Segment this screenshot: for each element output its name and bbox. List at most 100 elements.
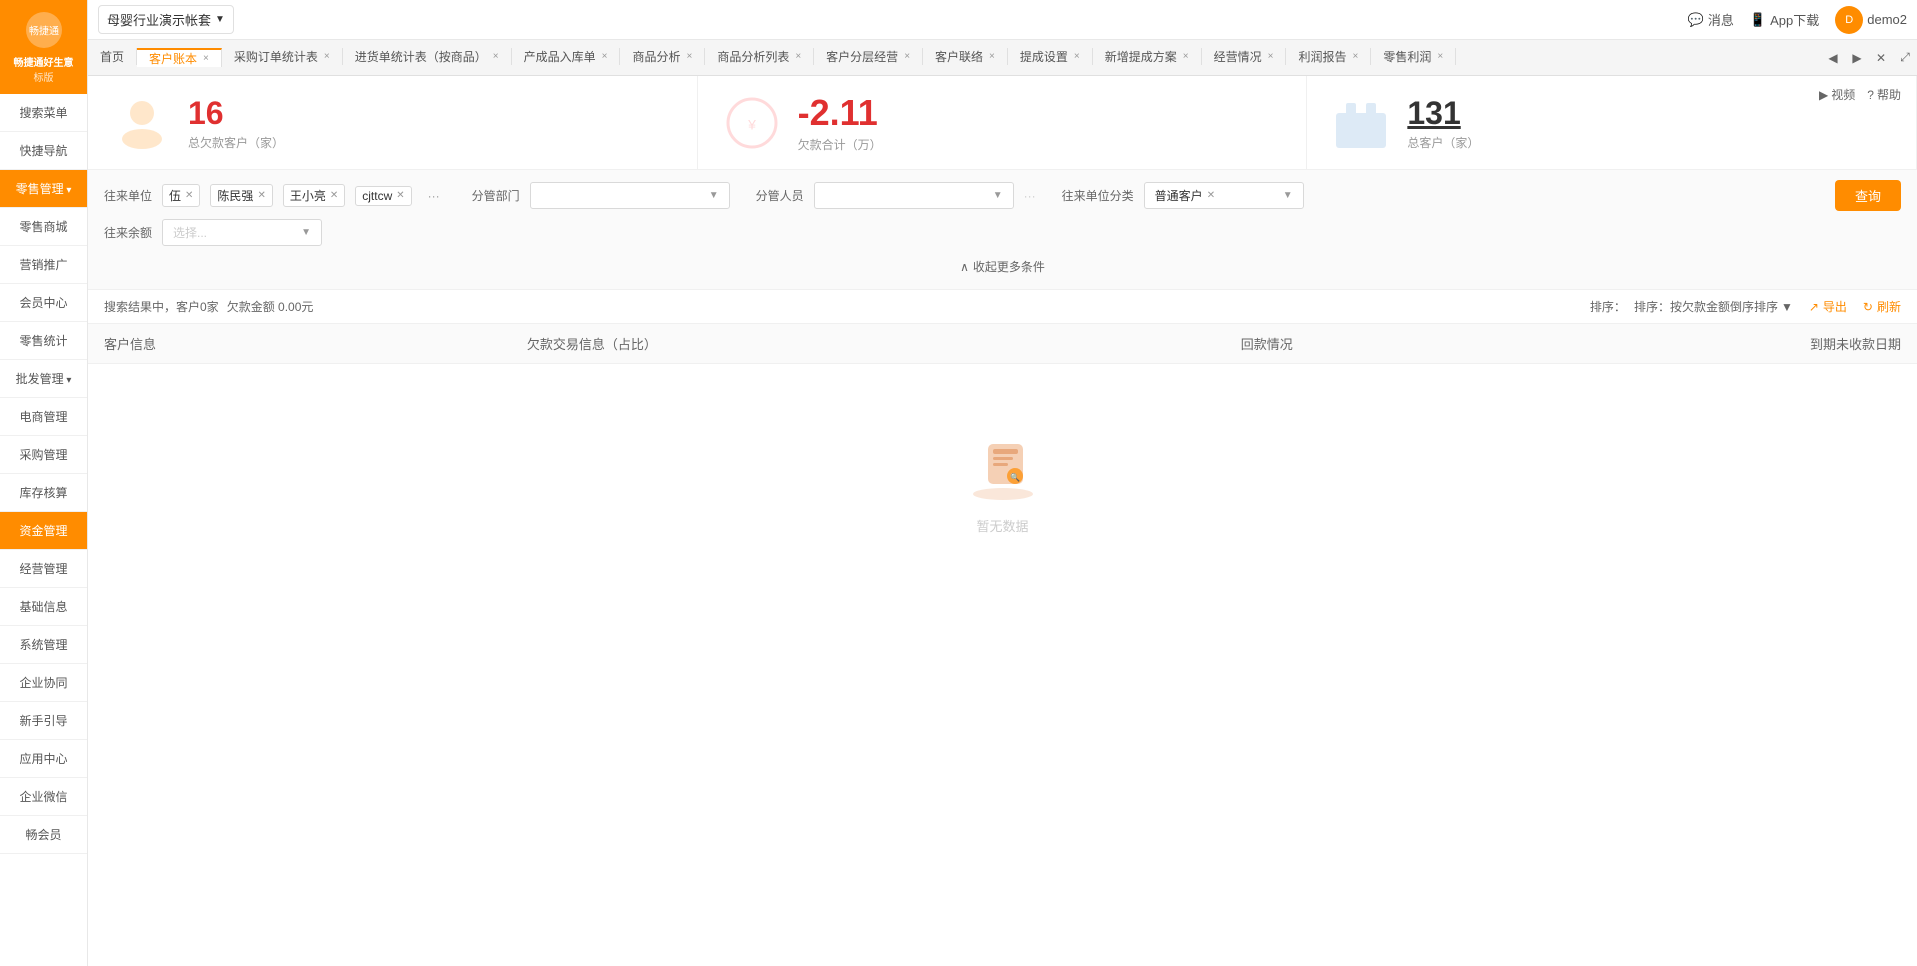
query-button[interactable]: 查询 — [1835, 180, 1901, 211]
sidebar-item-app-center[interactable]: 应用中心 — [0, 740, 87, 778]
refresh-label: 刷新 — [1877, 298, 1901, 315]
tab-close-raise-settings[interactable]: × — [1074, 51, 1080, 62]
user-profile[interactable]: D demo2 — [1835, 6, 1907, 34]
unit-tag-chen-text: 陈民强 — [217, 187, 253, 204]
tab-expand-btn[interactable]: ⤢ — [1893, 40, 1917, 75]
tab-home[interactable]: 首页 — [88, 48, 137, 65]
tab-label-retail-profit: 零售利润 — [1383, 48, 1431, 65]
message-btn[interactable]: 💬 消息 — [1688, 10, 1734, 29]
tab-new-raise[interactable]: 新增提成方案× — [1093, 48, 1202, 65]
video-btn[interactable]: ▶ 视频 — [1819, 86, 1855, 103]
category-arrow-icon: ▼ — [1283, 190, 1293, 201]
tab-product-analysis-list[interactable]: 商品分析列表 × — [705, 48, 814, 65]
tab-prev-btn[interactable]: ◀ — [1821, 40, 1845, 75]
refresh-btn[interactable]: ↻ 刷新 — [1863, 298, 1901, 315]
person-more-btn[interactable]: ··· — [1024, 189, 1036, 203]
sidebar-item-retail-stats[interactable]: 零售统计 — [0, 322, 87, 360]
unit-tag-wang-text: 王小亮 — [290, 187, 326, 204]
tab-label-cost-in: 产成品入库单 — [524, 48, 596, 65]
tab-close-customer-contact[interactable]: × — [989, 51, 995, 62]
sidebar-item-inventory[interactable]: 库存核算 — [0, 474, 87, 512]
tab-label-product-analysis-list: 商品分析列表 — [717, 48, 789, 65]
category-select[interactable]: 普通客户 ✕ ▼ — [1144, 182, 1304, 209]
app-download-btn[interactable]: 📱 App下载 — [1750, 10, 1819, 29]
tab-close-product-analysis[interactable]: × — [686, 51, 692, 62]
table-header: 客户信息 欠款交易信息（占比） 回款情况 到期未收款日期 — [88, 324, 1917, 364]
tab-purchase-order[interactable]: 采购订单统计表× — [222, 48, 343, 65]
export-btn[interactable]: ↗ 导出 — [1809, 298, 1847, 315]
collapse-label: 收起更多条件 — [973, 258, 1045, 275]
tab-customer-tier[interactable]: 客户分层经营× — [814, 48, 923, 65]
sidebar-item-marketing[interactable]: 营销推广 — [0, 246, 87, 284]
tab-close-cost-in[interactable]: × — [602, 51, 608, 62]
sidebar-item-new-guide[interactable]: 新手引导 — [0, 702, 87, 740]
category-filter-label: 往来单位分类 — [1062, 187, 1134, 204]
tab-close-customer-book[interactable]: × — [203, 53, 209, 64]
collapse-btn[interactable]: ∧ 收起更多条件 — [948, 254, 1057, 279]
category-tag-close[interactable]: ✕ — [1207, 190, 1215, 201]
tab-stock-stats[interactable]: 进货单统计表（按商品） × — [343, 48, 512, 65]
sort-arrow-icon: ▼ — [1781, 300, 1793, 314]
tab-profit-report[interactable]: 利润报告× — [1286, 48, 1371, 65]
filter-row-2: 往来余额 选择... ▼ — [104, 219, 1901, 246]
tab-close-all-btn[interactable]: ✕ — [1869, 40, 1893, 75]
person-select[interactable]: ▼ — [814, 182, 1014, 209]
sidebar-item-system-mgmt[interactable]: 系统管理 — [0, 626, 87, 664]
unit-tag-chen-close[interactable]: ✕ — [257, 190, 265, 201]
tab-label-stock-stats: 进货单统计表（按商品） — [355, 48, 487, 65]
account-selector[interactable]: 母婴行业演示帐套 ▼ — [98, 5, 234, 34]
stat-value-total[interactable]: 131 — [1407, 95, 1479, 132]
tab-label-customer-book: 客户账本 — [149, 50, 197, 67]
tab-business-status[interactable]: 经营情况× — [1202, 48, 1287, 65]
tab-raise-settings[interactable]: 提成设置× — [1008, 48, 1093, 65]
sidebar-item-retail-shop[interactable]: 零售商城 — [0, 208, 87, 246]
unit-tag-wang-close[interactable]: ✕ — [330, 190, 338, 201]
app-title: 畅捷通好生意 — [6, 54, 81, 69]
unit-tag-cjttcw[interactable]: cjttcw ✕ — [355, 186, 411, 206]
sidebar-item-member-center[interactable]: 会员中心 — [0, 284, 87, 322]
sidebar-item-basic-info[interactable]: 基础信息 — [0, 588, 87, 626]
tab-retail-profit[interactable]: 零售利润 × — [1371, 48, 1456, 65]
stat-block-customers: 16 总欠款客户（家） — [88, 76, 698, 169]
debt-icon: ¥ — [722, 93, 782, 153]
sidebar-item-finance-mgmt[interactable]: 资金管理 — [0, 512, 87, 550]
sidebar-item-member-vip[interactable]: 畅会员 — [0, 816, 87, 854]
person-filter-label: 分管人员 — [756, 187, 804, 204]
balance-select[interactable]: 选择... ▼ — [162, 219, 322, 246]
export-label: 导出 — [1823, 298, 1847, 315]
tab-close-profit-report[interactable]: × — [1352, 51, 1358, 62]
sidebar-item-wholesale-mgmt[interactable]: 批发管理 ▾ — [0, 360, 87, 398]
tab-close-stock-stats[interactable]: × — [493, 51, 499, 62]
unit-tag-wang[interactable]: 王小亮 ✕ — [283, 184, 345, 207]
tab-close-business-status[interactable]: × — [1268, 51, 1274, 62]
sidebar-item-purchase-mgmt[interactable]: 采购管理 — [0, 436, 87, 474]
unit-tag-cjttcw-close[interactable]: ✕ — [396, 190, 404, 201]
tab-close-retail-profit[interactable]: × — [1437, 51, 1443, 62]
dept-select[interactable]: ▼ — [530, 182, 730, 209]
sidebar-item-quick-nav[interactable]: 快捷导航 — [0, 132, 87, 170]
sort-select[interactable]: 排序：按欠款金额倒序排序 ▼ — [1634, 298, 1793, 315]
help-btn[interactable]: ? 帮助 — [1867, 86, 1901, 103]
sidebar-item-enterprise-wechat[interactable]: 企业微信 — [0, 778, 87, 816]
tab-customer-contact[interactable]: 客户联络× — [923, 48, 1008, 65]
tab-close-purchase-order[interactable]: × — [324, 51, 330, 62]
sidebar-item-ecommerce[interactable]: 电商管理 — [0, 398, 87, 436]
top-right-actions: ▶ 视频 ? 帮助 — [1819, 86, 1901, 103]
tab-close-product-analysis-list[interactable]: × — [795, 51, 801, 62]
sidebar-item-business-mgmt[interactable]: 经营管理 — [0, 550, 87, 588]
sidebar-logo[interactable]: 畅捷通 畅捷通好生意 标版 — [0, 0, 87, 94]
tab-cost-in[interactable]: 产成品入库单 × — [512, 48, 621, 65]
tab-customer-book[interactable]: 客户账本 × — [137, 48, 222, 67]
sidebar-item-retail-mgmt[interactable]: 零售管理 ▾ — [0, 170, 87, 208]
tab-close-customer-tier[interactable]: × — [904, 51, 910, 62]
tab-product-analysis[interactable]: 商品分析× — [620, 48, 705, 65]
tab-close-new-raise[interactable]: × — [1183, 51, 1189, 62]
tab-next-btn[interactable]: ▶ — [1845, 40, 1869, 75]
unit-tag-wu[interactable]: 伍 ✕ — [162, 184, 200, 207]
unit-more-btn[interactable]: ··· — [422, 187, 446, 205]
unit-tag-wu-close[interactable]: ✕ — [185, 190, 193, 201]
stat-label-total: 总客户（家） — [1407, 134, 1479, 151]
sidebar-item-enterprise-collab[interactable]: 企业协同 — [0, 664, 87, 702]
unit-tag-chen[interactable]: 陈民强 ✕ — [210, 184, 272, 207]
sidebar-item-search[interactable]: 搜索菜单 — [0, 94, 87, 132]
